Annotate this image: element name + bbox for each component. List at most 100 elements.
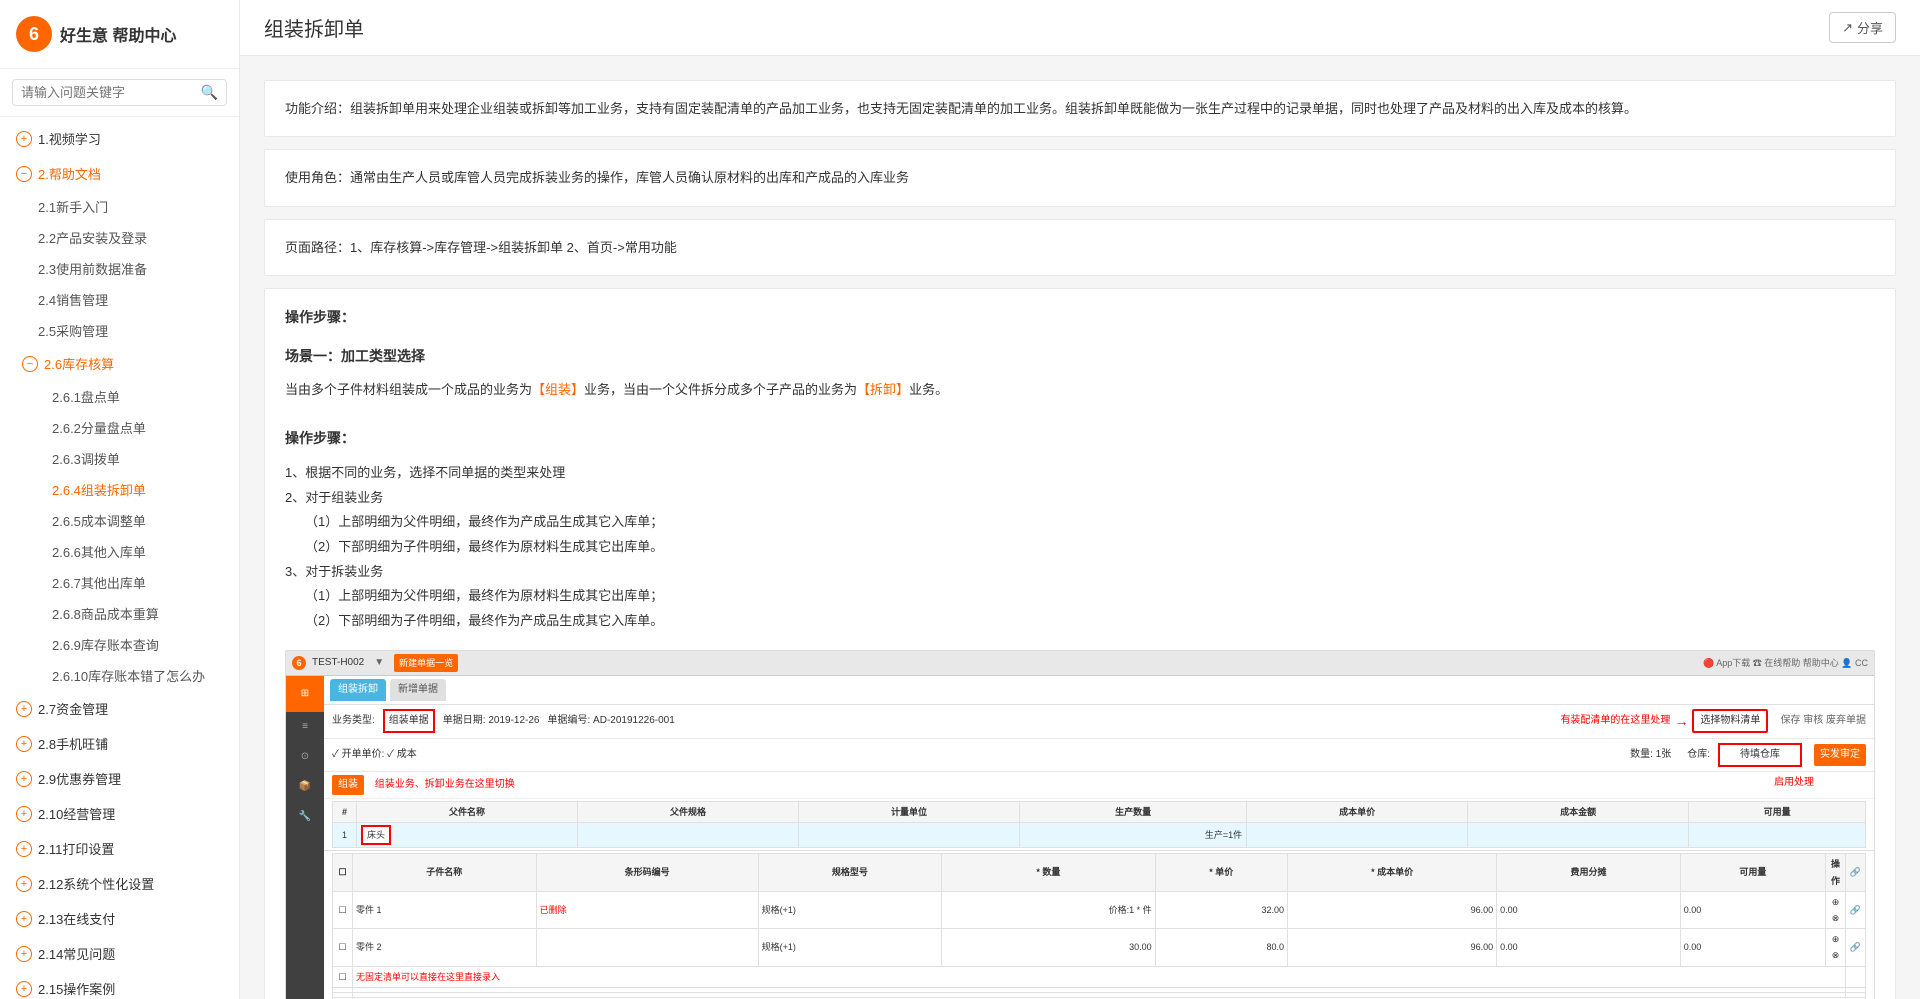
td-sub-price1: 32.00 xyxy=(1155,891,1287,928)
sub-item-label: 2.6.10库存账本错了怎么办 xyxy=(52,669,205,684)
annotation1-arrow: → xyxy=(1674,709,1688,734)
expand-icon-faq: + xyxy=(16,946,32,962)
sidebar-item-cost-adjust[interactable]: 2.6.5成本调整单 xyxy=(0,505,239,536)
sidebar-item-label: 2.帮助文档 xyxy=(38,164,101,183)
sidebar-item-assembly[interactable]: 2.6.4组装拆卸单 xyxy=(0,474,239,505)
sub-item-label: 2.6.7其他出库单 xyxy=(52,576,146,591)
sidebar-item-partial-stocktake[interactable]: 2.6.2分量盘点单 xyxy=(0,412,239,443)
sidebar-item-video[interactable]: + 1.视频学习 xyxy=(0,121,239,156)
th-check: ☐ xyxy=(333,854,353,891)
td-sub-spec2: 规格(+1) xyxy=(758,929,942,966)
td-sub-amt2: 96.00 xyxy=(1287,929,1496,966)
th-sub-amt: * 成本单价 xyxy=(1287,854,1496,891)
form-warehouse: 仓库: xyxy=(1687,746,1710,764)
sub-item-label: 2.4销售管理 xyxy=(38,293,108,308)
tab-assembly: 组装拆卸 xyxy=(330,679,386,701)
expand-icon-finance: + xyxy=(16,701,32,717)
td-ops3 xyxy=(1846,966,1866,987)
app-version: ▼ xyxy=(374,654,384,672)
sidebar-item-cases[interactable]: + 2.15操作案例 xyxy=(0,971,239,999)
sidebar-item-inventory[interactable]: − 2.6库存核算 xyxy=(0,346,239,381)
tab-other: 新增单据 xyxy=(390,679,446,701)
td-sub-code2 xyxy=(536,929,758,966)
parent-table-area: # 父件名称 父件规格 计量单位 生产数量 成本单价 成本金额 可用量 xyxy=(324,799,1874,851)
form-field-date: 单据日期: 2019-12-26 xyxy=(443,712,540,730)
sidebar-item-new-user[interactable]: 2.1新手入门 xyxy=(0,191,239,222)
th-cost-price: 成本单价 xyxy=(1247,802,1468,823)
sidebar-item-label: 2.13在线支付 xyxy=(38,909,115,928)
th-sub-ops2: 🔗 xyxy=(1846,854,1866,891)
th-sub-unit: * 数量 xyxy=(942,854,1155,891)
app-tabs: 组装拆卸 新增单据 xyxy=(324,676,1874,705)
td-seq: 1 xyxy=(333,823,357,848)
scene1-desc: 当由多个子件材料组装成一个成品的业务为【组装】业务，当由一个父件拆分成多个子产品… xyxy=(285,378,1875,403)
sidebar-item-stock-error[interactable]: 2.6.10库存账本错了怎么办 xyxy=(0,660,239,691)
share-button[interactable]: ↗ 分享 xyxy=(1829,12,1896,43)
app-body: ⊞ ≡ ⊙ 📦 🔧 组装拆卸 新增单据 xyxy=(286,676,1874,999)
sidebar-item-install[interactable]: 2.2产品安装及登录 xyxy=(0,222,239,253)
sidebar-item-label: 2.14常见问题 xyxy=(38,944,115,963)
sidebar-item-cost-recalc[interactable]: 2.6.8商品成本重算 xyxy=(0,598,239,629)
step2: 2、对于组装业务 xyxy=(285,486,1875,511)
th-cost: 成本金额 xyxy=(1468,802,1689,823)
td-ops2: ⊕ ⊗ xyxy=(1826,929,1846,966)
sidebar-item-customize[interactable]: + 2.12系统个性化设置 xyxy=(0,866,239,901)
annotation1-area: 有装配清单的在这里处理 → 选择物料清单 xyxy=(1560,709,1768,734)
sidebar-item-data-prep[interactable]: 2.3使用前数据准备 xyxy=(0,253,239,284)
sidebar-item-other-out[interactable]: 2.6.7其他出库单 xyxy=(0,567,239,598)
search-input[interactable] xyxy=(21,85,201,100)
sidebar-item-docs[interactable]: − 2.帮助文档 xyxy=(0,156,239,191)
th-spec: 父件规格 xyxy=(578,802,799,823)
sidebar-item-transfer[interactable]: 2.6.3调拨单 xyxy=(0,443,239,474)
app-nav-icon5: 🔧 xyxy=(286,802,324,832)
annotation1-btn: 选择物料清单 xyxy=(1692,709,1768,733)
share-icon: ↗ xyxy=(1842,20,1853,36)
warehouse-input: 待填仓库 xyxy=(1718,743,1802,767)
expand-icon-cases: + xyxy=(16,981,32,997)
new-doc-btn: 新建单据一览 xyxy=(394,654,458,672)
search-box[interactable]: 🔍 xyxy=(12,79,227,106)
sidebar-item-label: 2.12系统个性化设置 xyxy=(38,874,154,893)
child-table-area: ☐ 子件名称 条形码编号 规格型号 * 数量 * 单价 * 成本单价 费用分摊 xyxy=(324,851,1874,999)
td-check1: ☐ xyxy=(333,891,353,928)
sidebar-item-purchase[interactable]: 2.5采购管理 xyxy=(0,315,239,346)
sidebar-item-finance[interactable]: + 2.7资金管理 xyxy=(0,691,239,726)
td-sub-avail2: 0.00 xyxy=(1680,929,1825,966)
app-nav-icon4: 📦 xyxy=(286,772,324,802)
th-sub-name: 子件名称 xyxy=(353,854,537,891)
annotation1-text: 有装配清单的在这里处理 xyxy=(1560,712,1670,730)
sub-item-label: 2.6.1盘点单 xyxy=(52,390,120,405)
th-name: 父件名称 xyxy=(357,802,578,823)
expand-icon: + xyxy=(16,131,32,147)
ops-steps-title: 操作步骤： xyxy=(285,426,1875,451)
annotation3-text: 组装业务、拆卸业务在这里切换 xyxy=(375,779,515,790)
sidebar-item-print[interactable]: + 2.11打印设置 xyxy=(0,831,239,866)
ops-block: 操作步骤： 场景一：加工类型选择 当由多个子件材料组装成一个成品的业务为【组装】… xyxy=(264,288,1896,999)
td-sub-spec1: 规格(+1) xyxy=(758,891,942,928)
sub-item-label: 2.6.5成本调整单 xyxy=(52,514,146,529)
annotation4-text: 启用处理 xyxy=(1774,774,1814,792)
th-sub-code: 条形码编号 xyxy=(536,854,758,891)
th-sub-ops: 操作 xyxy=(1826,854,1846,891)
td-sub-name2: 零件 2 xyxy=(353,929,537,966)
sidebar-item-stocktake[interactable]: 2.6.1盘点单 xyxy=(0,381,239,412)
sidebar-item-mobile[interactable]: + 2.8手机旺铺 xyxy=(0,726,239,761)
search-icon[interactable]: 🔍 xyxy=(201,84,218,101)
sidebar-item-online-pay[interactable]: + 2.13在线支付 xyxy=(0,901,239,936)
main-content: 组装拆卸单 ↗ 分享 功能介绍：组装拆卸单用来处理企业组装或拆卸等加工业务，支持… xyxy=(240,0,1920,999)
step2-sub1: （1）上部明细为父件明细，最终作为产成品生成其它入库单； xyxy=(285,510,1875,535)
sidebar-item-stock-ledger[interactable]: 2.6.9库存账本查询 xyxy=(0,629,239,660)
sidebar-item-sales[interactable]: 2.4销售管理 xyxy=(0,284,239,315)
child-table: ☐ 子件名称 条形码编号 规格型号 * 数量 * 单价 * 成本单价 费用分摊 xyxy=(332,853,1866,999)
sidebar-item-label: 1.视频学习 xyxy=(38,129,101,148)
sidebar-item-other-in[interactable]: 2.6.6其他入库单 xyxy=(0,536,239,567)
sidebar-item-coupon[interactable]: + 2.9优惠券管理 xyxy=(0,761,239,796)
sidebar-item-faq[interactable]: + 2.14常见问题 xyxy=(0,936,239,971)
form-input-type: 组装单据 xyxy=(383,709,435,733)
sidebar-item-label: 2.8手机旺铺 xyxy=(38,734,108,753)
form-field-type: 业务类型: xyxy=(332,712,375,730)
item-name-input: 床头 xyxy=(361,825,391,845)
sidebar-item-operations[interactable]: + 2.10经营管理 xyxy=(0,796,239,831)
td-link2: 🔗 xyxy=(1846,929,1866,966)
td-cost-amt xyxy=(1468,823,1689,848)
